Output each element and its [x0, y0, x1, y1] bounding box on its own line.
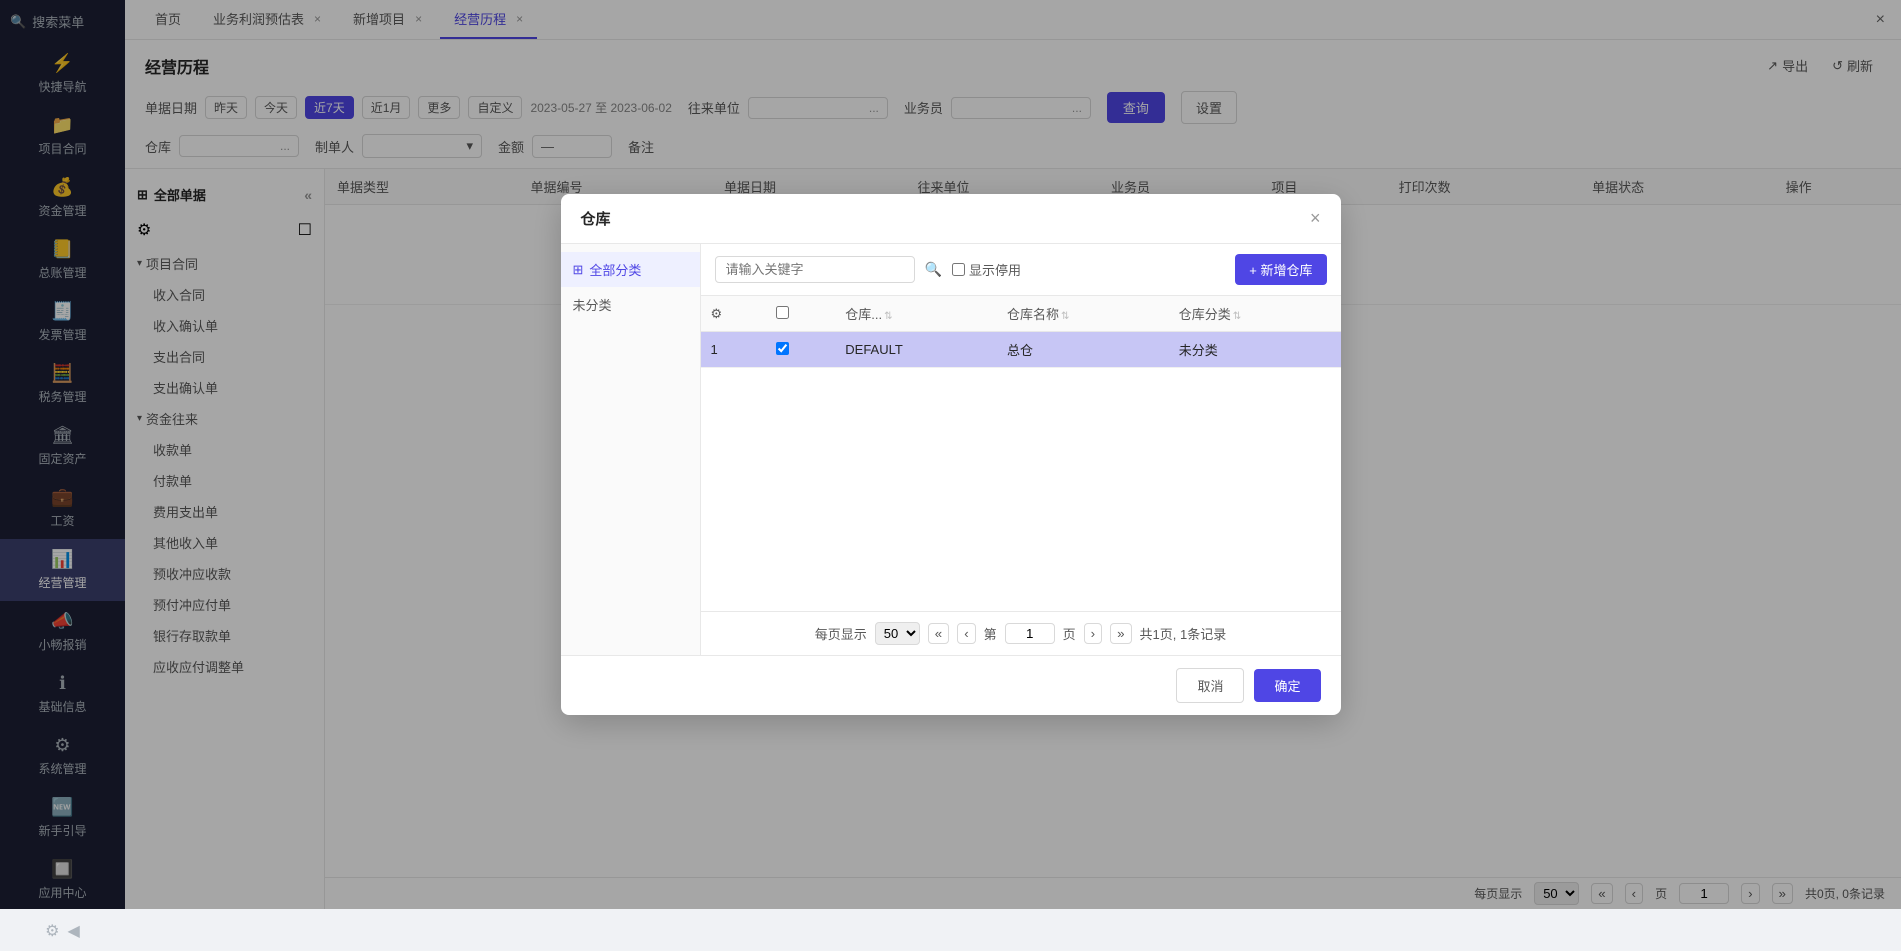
- modal-show-disabled-text: 显示停用: [969, 260, 1021, 279]
- modal-total-label: 共1页, 1条记录: [1140, 624, 1227, 643]
- modal-search-input[interactable]: [715, 256, 915, 283]
- modal-left-all-label: 全部分类: [589, 260, 641, 279]
- modal-th-checkbox: [766, 296, 835, 332]
- sidebar-collapse-icon[interactable]: ◀: [68, 921, 80, 941]
- modal-overlay: 仓库 × ⊞ 全部分类 未分类: [0, 0, 1901, 909]
- modal-next-btn[interactable]: ›: [1084, 623, 1102, 644]
- modal-last-btn[interactable]: »: [1110, 623, 1131, 644]
- modal-left-panel: ⊞ 全部分类 未分类: [561, 244, 701, 655]
- modal-table-wrapper: ⚙ 仓库...⇅ 仓库名称⇅ 仓库分类⇅ 1 DEFAULT: [701, 296, 1341, 611]
- modal-th-name: 仓库名称⇅: [997, 296, 1169, 332]
- modal-cancel-btn[interactable]: 取消: [1176, 668, 1244, 703]
- modal-left-all-categories[interactable]: ⊞ 全部分类: [561, 252, 700, 287]
- modal-body: ⊞ 全部分类 未分类 🔍: [561, 244, 1341, 655]
- modal-left-uncategorized[interactable]: 未分类: [561, 287, 700, 322]
- modal-search-icon[interactable]: 🔍: [925, 261, 942, 278]
- modal-row-name: 总仓: [997, 332, 1169, 368]
- modal-page-suffix: 页: [1063, 624, 1076, 643]
- modal-prev-btn[interactable]: ‹: [957, 623, 975, 644]
- modal-confirm-btn[interactable]: 确定: [1254, 669, 1320, 702]
- modal-row-code: DEFAULT: [835, 332, 997, 368]
- modal-footer: 取消 确定: [561, 655, 1341, 715]
- modal-right-panel: 🔍 显示停用 + 新增仓库 ⚙: [701, 244, 1341, 655]
- modal-title: 仓库: [581, 208, 611, 229]
- modal-th-gear: ⚙: [701, 296, 767, 332]
- modal-select-all-checkbox[interactable]: [776, 306, 789, 319]
- modal-header: 仓库 ×: [561, 194, 1341, 244]
- sidebar-settings-icon[interactable]: ⚙: [45, 921, 59, 941]
- grid-icon: ⊞: [573, 262, 584, 278]
- modal-pagination: 每页显示 50 « ‹ 第 页 › » 共1页, 1条记录: [701, 611, 1341, 655]
- modal-per-page-label: 每页显示: [815, 624, 867, 643]
- sidebar-bottom: ⚙ ◀: [0, 911, 125, 951]
- modal-th-category: 仓库分类⇅: [1169, 296, 1341, 332]
- modal-row-checkbox-cell: [766, 332, 835, 368]
- modal-per-page-select[interactable]: 50: [875, 622, 920, 645]
- modal-page-label: 第: [984, 624, 997, 643]
- modal-show-disabled-checkbox[interactable]: [952, 263, 965, 276]
- modal-table-row[interactable]: 1 DEFAULT 总仓 未分类: [701, 332, 1341, 368]
- modal-th-code: 仓库...⇅: [835, 296, 997, 332]
- modal-left-scroll: 未分类: [561, 287, 700, 647]
- modal-first-btn[interactable]: «: [928, 623, 949, 644]
- add-warehouse-btn[interactable]: + 新增仓库: [1235, 254, 1326, 285]
- modal-show-disabled-label[interactable]: 显示停用: [952, 260, 1021, 279]
- modal-toolbar: 🔍 显示停用 + 新增仓库: [701, 244, 1341, 296]
- modal-left-uncategorized-label: 未分类: [573, 295, 612, 314]
- modal-table: ⚙ 仓库...⇅ 仓库名称⇅ 仓库分类⇅ 1 DEFAULT: [701, 296, 1341, 368]
- modal-row-category: 未分类: [1169, 332, 1341, 368]
- modal-page-input[interactable]: [1005, 623, 1055, 644]
- modal-close-btn[interactable]: ×: [1310, 208, 1321, 229]
- modal-search-row: 🔍 显示停用: [715, 256, 1021, 283]
- modal-table-header-row: ⚙ 仓库...⇅ 仓库名称⇅ 仓库分类⇅: [701, 296, 1341, 332]
- modal-row-checkbox[interactable]: [776, 342, 789, 355]
- modal-row-index: 1: [701, 332, 767, 368]
- warehouse-modal: 仓库 × ⊞ 全部分类 未分类: [561, 194, 1341, 715]
